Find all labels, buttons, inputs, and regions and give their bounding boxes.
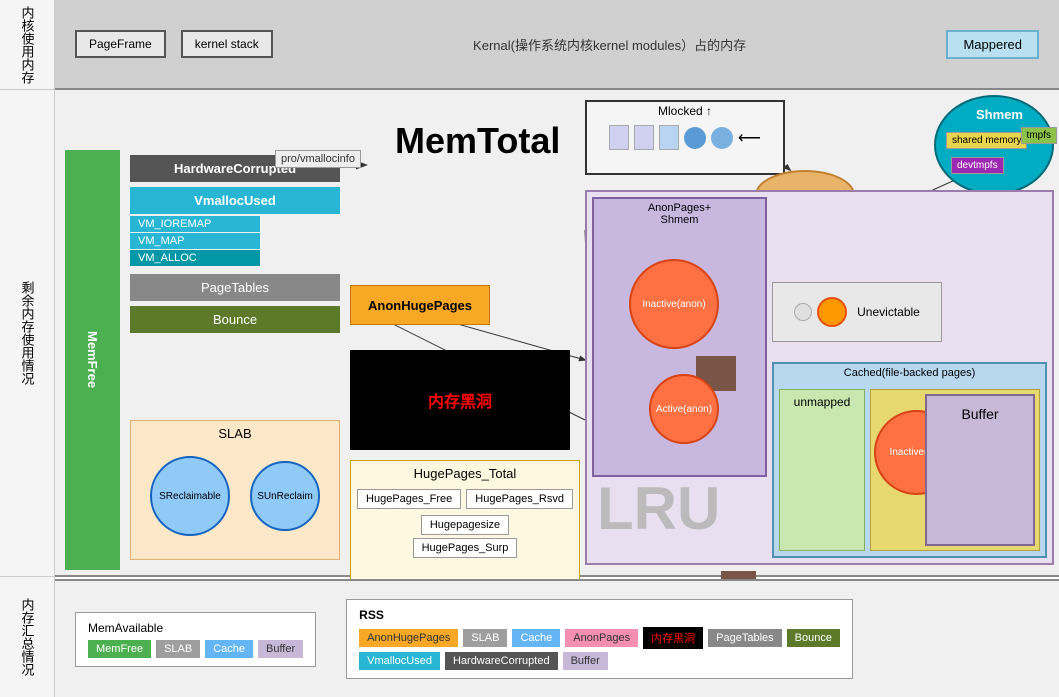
anonhugepages-box: AnonHugePages [350, 285, 490, 325]
slab-section: SLAB SReclaimable SUnReclaim [130, 420, 340, 560]
active-anon-circle: Active(anon) [649, 374, 719, 444]
unevictable-box: Unevictable [772, 282, 942, 342]
mlocked-shapes: ⟵ [587, 120, 783, 155]
sreclaimable-circle: SReclaimable [150, 456, 230, 536]
memtotal-label: MemTotal [395, 120, 560, 162]
left-labels: 内核使用内存 剩余内存使用情况 内存汇总情况 [0, 0, 55, 697]
rss-anonpages: AnonPages [565, 629, 638, 647]
mlocked-title: Mlocked ↑ [587, 102, 783, 120]
vm-ioremap-box: VM_IOREMAP [130, 216, 260, 232]
shmem-title: Shmem [976, 107, 1023, 122]
hugepages-pagesize: Hugepagesize [421, 515, 509, 535]
cached-inner: unmapped Mapped Inactive(file) Active(fi… [779, 389, 1040, 551]
anonpages-title: AnonPages+Shmem [594, 199, 765, 229]
kernel-section: PageFrame kernel stack Kernal(操作系统内核kern… [55, 0, 1059, 90]
page-tables-box: PageTables [130, 274, 340, 301]
main-content: PageFrame kernel stack Kernal(操作系统内核kern… [55, 0, 1059, 697]
mlocked-circle2 [711, 127, 733, 149]
rss-bounce: Bounce [787, 629, 840, 647]
rss-hwcorrupted: HardwareCorrupted [445, 652, 558, 670]
legend-cache: Cache [205, 640, 253, 658]
slab-title: SLAB [131, 421, 339, 446]
memfree-bar: MemFree [65, 150, 120, 570]
memavailable-group: MemAvailable MemFree SLAB Cache Buffer [75, 612, 316, 667]
lru-section: LRU AnonPages+Shmem Inactive(anon) Activ… [585, 190, 1054, 565]
legend-buffer: Buffer [258, 640, 303, 658]
shmem-circle: Shmem shared memory tmpfs devtmpfs [934, 95, 1054, 195]
vm-alloc-box: VM_ALLOC [130, 250, 260, 266]
rss-buffer: Buffer [563, 652, 608, 670]
mlocked-circle1 [684, 127, 706, 149]
sunreclaim-circle: SUnReclaim [250, 461, 320, 531]
rss-title: RSS [359, 608, 840, 622]
hugepages-row1: HugePages_Free HugePages_Rsvd [351, 486, 579, 512]
cached-section: Cached(file-backed pages) unmapped Mappe… [772, 362, 1047, 558]
rss-anonhuge: AnonHugePages [359, 629, 458, 647]
devtmpfs-box: devtmpfs [951, 157, 1004, 174]
kernel-label: 内核使用内存 [0, 0, 54, 90]
hugepages-title: HugePages_Total [351, 461, 579, 486]
unmapped-box: unmapped [779, 389, 865, 551]
kernel-stack-box: kernel stack [181, 30, 273, 58]
unevictable-label: Unevictable [857, 305, 920, 319]
legend-section: MemAvailable MemFree SLAB Cache Buffer R… [55, 579, 1059, 697]
anonpages-shmem-area: AnonPages+Shmem Inactive(anon) Active(an… [592, 197, 767, 477]
mlocked-rect3 [659, 125, 679, 150]
left-column: HardwareCorrupted VmallocUsed VM_IOREMAP… [130, 100, 340, 333]
legend-slab: SLAB [156, 640, 200, 658]
mlocked-rect1 [609, 125, 629, 150]
rss-row2: VmallocUsed HardwareCorrupted Buffer [359, 652, 840, 670]
hugepages-surp: HugePages_Surp [413, 538, 518, 558]
vmalloc-used-box: VmallocUsed [130, 187, 340, 214]
black-box: 内存黑洞 [350, 350, 570, 450]
remaining-memory-label: 剩余内存使用情况 [0, 90, 54, 577]
rss-items: AnonHugePages SLAB Cache AnonPages 内存黑洞 … [359, 627, 840, 649]
rss-pagetables: PageTables [708, 629, 782, 647]
memavailable-title: MemAvailable [88, 621, 303, 635]
inactive-anon-circle: Inactive(anon) [629, 259, 719, 349]
rss-slab: SLAB [463, 629, 507, 647]
rss-group: RSS AnonHugePages SLAB Cache AnonPages 内… [346, 599, 853, 679]
shared-memory-box: shared memory [946, 132, 1027, 149]
kernel-description: Kernal(操作系统内核kernel modules）占的内存 [288, 35, 932, 54]
tmpfs-box: tmpfs [1021, 127, 1057, 144]
vm-map-box: VM_MAP [130, 233, 260, 249]
summary-label: 内存汇总情况 [0, 577, 54, 697]
mlocked-rect2 [634, 125, 654, 150]
slab-circles: SReclaimable SUnReclaim [131, 456, 339, 536]
rss-neimem: 内存黑洞 [643, 627, 703, 649]
pro-vmalloc-label: pro/vmallocinfo [275, 150, 361, 168]
hugepages-rsvd: HugePages_Rsvd [466, 489, 573, 509]
legend-items1: MemFree SLAB Cache Buffer [88, 640, 303, 658]
mappered-box: Mappered [946, 30, 1039, 59]
unevict-circle-small [794, 303, 812, 321]
legend-memfree: MemFree [88, 640, 151, 658]
buffer-box: Buffer [925, 394, 1035, 546]
memory-section: MemFree MemTotal HardwareCorrupted Vmall… [55, 90, 1059, 577]
lru-label: LRU [597, 474, 720, 543]
cached-title: Cached(file-backed pages) [774, 364, 1045, 382]
hugepages-free: HugePages_Free [357, 489, 461, 509]
rss-cache: Cache [512, 629, 560, 647]
mlocked-box: Mlocked ↑ ⟵ [585, 100, 785, 175]
bounce-box: Bounce [130, 306, 340, 333]
pageframe-box: PageFrame [75, 30, 166, 58]
rss-vmallocused: VmallocUsed [359, 652, 440, 670]
unevict-circle [817, 297, 847, 327]
